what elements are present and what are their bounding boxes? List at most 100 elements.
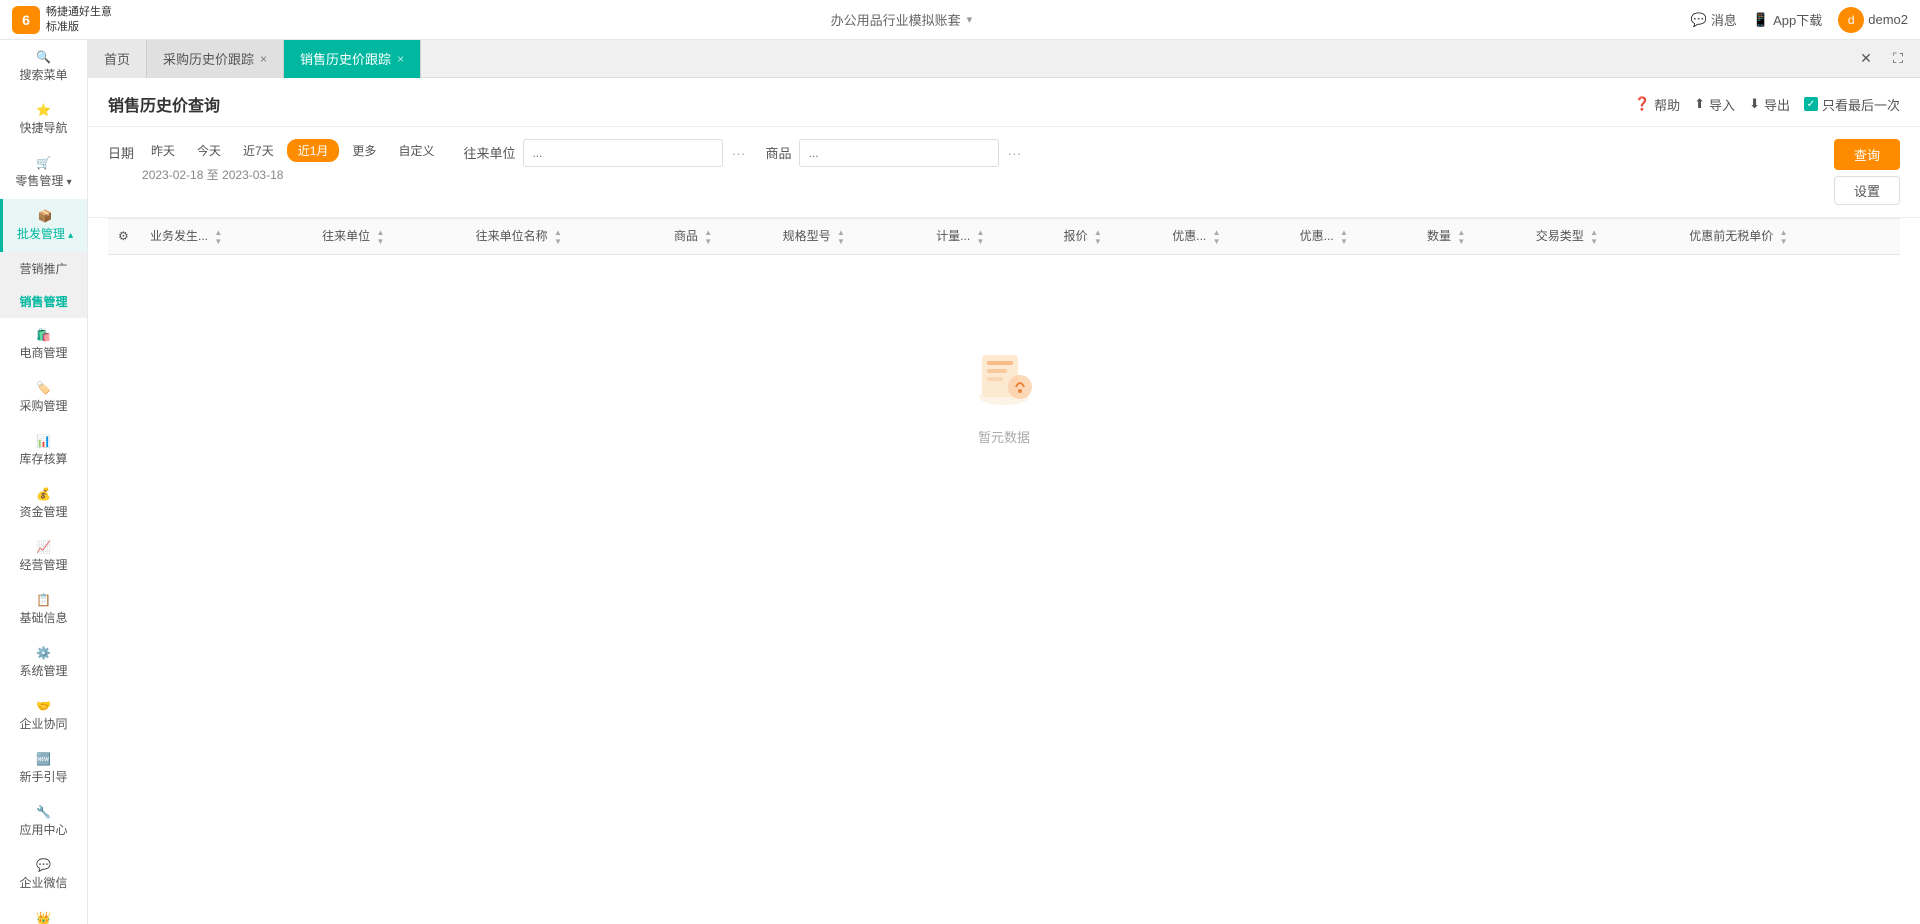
- table-container: ⚙ 业务发生... ▲▼ 往来单位 ▲▼ 往来单位名称: [88, 218, 1920, 526]
- date-buttons: 昨天 今天 近7天 近1月 更多 自定义: [142, 139, 443, 162]
- only-last-checkbox[interactable]: ✓ 只看最后一次: [1804, 95, 1900, 114]
- retail-icon: 🛒: [36, 156, 51, 170]
- sidebar-item-wholesale[interactable]: 📦 批发管理 ▴: [0, 199, 87, 252]
- gear-icon[interactable]: ⚙: [118, 229, 129, 243]
- col-pre-tax[interactable]: 优惠前无税单价 ▲▼: [1679, 219, 1900, 255]
- close-window-button[interactable]: ✕: [1854, 47, 1878, 71]
- date-btn-more[interactable]: 更多: [343, 139, 385, 162]
- page-header: 销售历史价查询 ❓ 帮助 ⬆ 导入 ⬇ 导出 ✓: [88, 78, 1920, 127]
- sidebar-item-basic[interactable]: 📋 基础信息: [0, 583, 87, 636]
- counterparty-input[interactable]: [523, 139, 723, 167]
- help-button[interactable]: ❓ 帮助: [1634, 95, 1680, 114]
- sort-icon-product: ▲▼: [704, 228, 712, 246]
- export-icon: ⬇: [1749, 96, 1760, 112]
- checkbox-checked-icon: ✓: [1804, 97, 1818, 111]
- col-trade-type[interactable]: 交易类型 ▲▼: [1526, 219, 1680, 255]
- sidebar-item-enterprise[interactable]: 🤝 企业协同: [0, 689, 87, 742]
- product-filter: 商品 ···: [765, 139, 1021, 167]
- date-btn-yesterday[interactable]: 昨天: [142, 139, 184, 162]
- sort-icon-discount2: ▲▼: [1340, 228, 1348, 246]
- col-unit-measure[interactable]: 计量... ▲▼: [926, 219, 1053, 255]
- sidebar-item-finance[interactable]: 💰 资金管理: [0, 477, 87, 530]
- sidebar-item-purchase[interactable]: 🏷️ 采购管理: [0, 371, 87, 424]
- col-quote[interactable]: 报价 ▲▼: [1054, 219, 1163, 255]
- messaging-button[interactable]: 💬 消息: [1691, 10, 1737, 29]
- avatar: d: [1838, 7, 1864, 33]
- page-title: 销售历史价查询: [108, 92, 220, 116]
- download-icon: 📱: [1753, 12, 1769, 28]
- sidebar-item-inventory[interactable]: 📊 库存核算: [0, 424, 87, 477]
- product-input[interactable]: [799, 139, 999, 167]
- query-button[interactable]: 查询: [1834, 139, 1900, 170]
- sidebar-item-newguide[interactable]: 🆕 新手引导: [0, 742, 87, 795]
- sort-icon-spec: ▲▼: [837, 228, 845, 246]
- logo-icon: 6: [12, 6, 40, 34]
- appstore-icon: 🔧: [36, 805, 51, 819]
- page-content: 销售历史价查询 ❓ 帮助 ⬆ 导入 ⬇ 导出 ✓: [88, 78, 1920, 924]
- counterparty-dots[interactable]: ···: [731, 145, 745, 161]
- table-header-row: ⚙ 业务发生... ▲▼ 往来单位 ▲▼ 往来单位名称: [108, 219, 1900, 255]
- empty-state: 暂元数据: [108, 255, 1900, 526]
- top-bar-center[interactable]: 办公用品行业模拟账套 ▾: [831, 10, 973, 29]
- sort-icon-quote: ▲▼: [1094, 228, 1102, 246]
- sort-icon-unit: ▲▼: [377, 228, 385, 246]
- sort-icon-qty: ▲▼: [1457, 228, 1465, 246]
- product-dots[interactable]: ···: [1007, 145, 1021, 161]
- sidebar-item-wechat[interactable]: 💬 企业微信: [0, 848, 87, 901]
- date-btn-custom[interactable]: 自定义: [389, 139, 443, 162]
- sort-icon-unit-name: ▲▼: [554, 228, 562, 246]
- col-discount2[interactable]: 优惠... ▲▼: [1290, 219, 1417, 255]
- sidebar-item-marketing[interactable]: 营销推广: [0, 252, 87, 285]
- col-product[interactable]: 商品 ▲▼: [664, 219, 773, 255]
- empty-text: 暂元数据: [978, 427, 1030, 446]
- sidebar-item-member[interactable]: 👑 畅会员: [0, 901, 87, 924]
- col-biz-date[interactable]: 业务发生... ▲▼: [140, 219, 312, 255]
- date-options: 昨天 今天 近7天 近1月 更多 自定义 2023-02-18 至 2023-0…: [142, 139, 443, 183]
- sidebar-item-operations[interactable]: 📈 经营管理: [0, 530, 87, 583]
- date-btn-1month[interactable]: 近1月: [287, 139, 340, 162]
- top-bar-right: 💬 消息 📱 App下载 d demo2: [1691, 7, 1908, 33]
- enterprise-icon: 🤝: [36, 699, 51, 713]
- data-table: ⚙ 业务发生... ▲▼ 往来单位 ▲▼ 往来单位名称: [108, 218, 1900, 526]
- sidebar-item-sales[interactable]: 销售管理: [0, 285, 87, 318]
- sidebar-item-appstore[interactable]: 🔧 应用中心: [0, 795, 87, 848]
- sidebar-item-ecommerce[interactable]: 🛍️ 电商管理: [0, 318, 87, 371]
- export-button[interactable]: ⬇ 导出: [1749, 95, 1790, 114]
- empty-icon: [964, 335, 1044, 415]
- counterparty-filter: 往来单位 ···: [463, 139, 745, 167]
- date-filter: 日期 昨天 今天 近7天 近1月 更多 自定义 2023-02-18 至 202…: [108, 139, 443, 183]
- tab-purchase-history[interactable]: 采购历史价跟踪 ×: [147, 40, 284, 78]
- app-download-button[interactable]: 📱 App下载: [1753, 10, 1822, 29]
- finance-icon: 💰: [36, 487, 51, 501]
- sidebar: 🔍 搜索菜单 ⭐ 快捷导航 🛒 零售管理 ▾ 📦 批发管理 ▴ 营销推广 销售管…: [0, 40, 88, 924]
- sidebar-item-search[interactable]: 🔍 搜索菜单: [0, 40, 87, 93]
- date-btn-7days[interactable]: 近7天: [234, 139, 283, 162]
- user-menu[interactable]: d demo2: [1838, 7, 1908, 33]
- filter-bar: 日期 昨天 今天 近7天 近1月 更多 自定义 2023-02-18 至 202…: [88, 127, 1920, 218]
- sidebar-item-quicknav[interactable]: ⭐ 快捷导航: [0, 93, 87, 146]
- col-qty[interactable]: 数量 ▲▼: [1417, 219, 1526, 255]
- tab-close-sales[interactable]: ×: [397, 52, 404, 66]
- import-button[interactable]: ⬆ 导入: [1694, 95, 1735, 114]
- col-spec[interactable]: 规格型号 ▲▼: [773, 219, 927, 255]
- maximize-button[interactable]: ⛶: [1886, 47, 1910, 71]
- member-icon: 👑: [36, 911, 51, 924]
- quicknav-icon: ⭐: [36, 103, 51, 117]
- product-input-group: ···: [799, 139, 1021, 167]
- col-unit[interactable]: 往来单位 ▲▼: [312, 219, 466, 255]
- date-btn-today[interactable]: 今天: [188, 139, 230, 162]
- message-icon: 💬: [1691, 12, 1707, 28]
- tab-sales-history[interactable]: 销售历史价跟踪 ×: [284, 40, 421, 78]
- tab-home[interactable]: 首页: [88, 40, 147, 78]
- table-body: 暂元数据: [108, 254, 1900, 526]
- logo-area: 6 畅捷通好生意 标准版: [12, 5, 112, 34]
- col-discount1[interactable]: 优惠... ▲▼: [1162, 219, 1289, 255]
- sidebar-item-system[interactable]: ⚙️ 系统管理: [0, 636, 87, 689]
- content-area: 首页 采购历史价跟踪 × 销售历史价跟踪 × ✕ ⛶ 销售历史价查询: [88, 40, 1920, 924]
- col-unit-name[interactable]: 往来单位名称 ▲▼: [466, 219, 664, 255]
- col-gear[interactable]: ⚙: [108, 219, 140, 255]
- sidebar-item-retail[interactable]: 🛒 零售管理 ▾: [0, 146, 87, 199]
- settings-button[interactable]: 设置: [1834, 176, 1900, 205]
- dropdown-arrow-icon[interactable]: ▾: [967, 13, 973, 26]
- tab-close-purchase[interactable]: ×: [260, 52, 267, 66]
